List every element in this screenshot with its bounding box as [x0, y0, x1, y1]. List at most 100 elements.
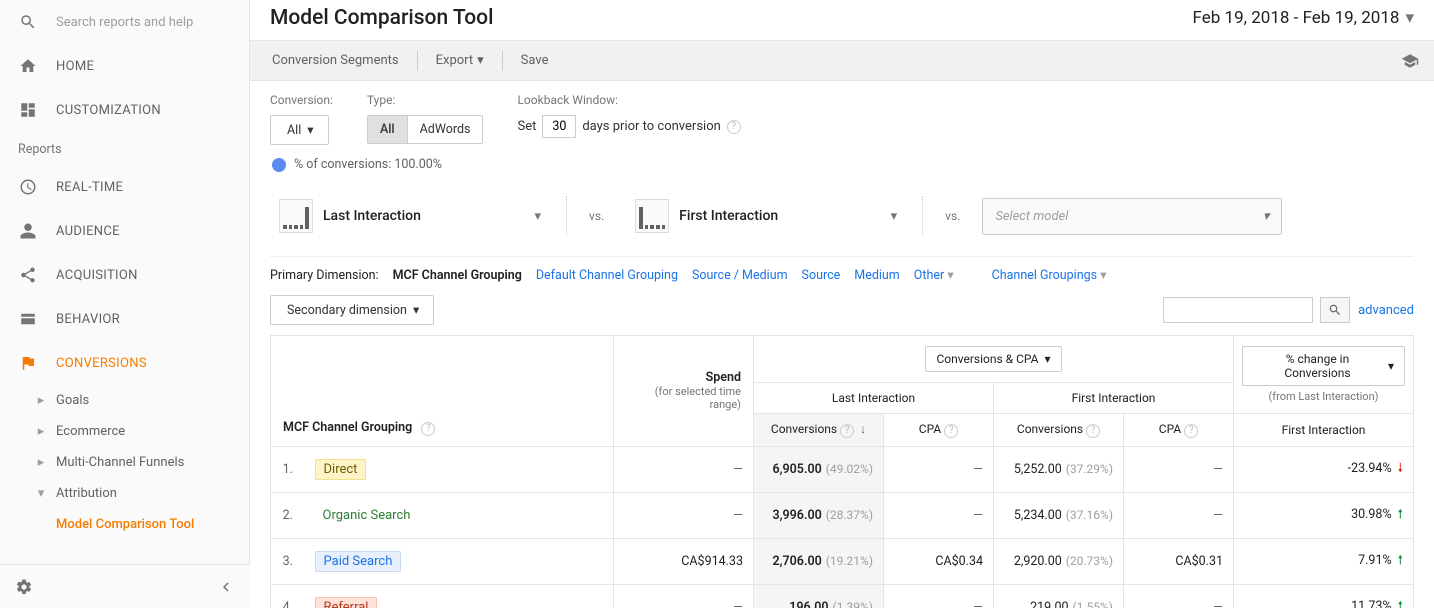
sub-model-tool[interactable]: Model Comparison Tool: [0, 509, 249, 540]
metric-dropdown[interactable]: Conversions & CPA ▾: [925, 346, 1061, 372]
row-number: 2.: [271, 492, 305, 538]
table-row: 3.Paid SearchCA$914.332,706.00(19.21%)CA…: [271, 538, 1414, 584]
lookback-suffix: days prior to conversion: [582, 119, 720, 134]
col-fi-conv[interactable]: Conversions ?: [994, 414, 1124, 447]
conversion-all-button[interactable]: All ▾: [270, 115, 329, 145]
toolbar: Conversion Segments Export ▾ Save: [250, 40, 1434, 81]
li-cpa-cell: —: [884, 584, 994, 608]
type-adwords-button[interactable]: AdWords: [407, 116, 483, 143]
channel-cell[interactable]: Referral: [305, 584, 614, 608]
help-icon[interactable]: ?: [421, 422, 435, 436]
secondary-dimension-button[interactable]: Secondary dimension ▾: [270, 295, 434, 325]
date-range-label: Feb 19, 2018 - Feb 19, 2018: [1193, 8, 1400, 28]
advanced-link[interactable]: advanced: [1358, 303, 1414, 318]
export-button[interactable]: Export ▾: [428, 47, 492, 74]
lookback-line: Set days prior to conversion ?: [517, 115, 740, 138]
chevron-down-icon: ▾: [891, 209, 898, 224]
col-fi-change[interactable]: First Interaction: [1234, 414, 1414, 447]
education-icon[interactable]: [1400, 51, 1420, 71]
clock-icon: [18, 177, 38, 197]
sub-model-tool-label: Model Comparison Tool: [56, 517, 194, 532]
vs-label: vs.: [583, 209, 610, 223]
dim-other[interactable]: Other ▾: [914, 267, 954, 283]
dimension-row: Primary Dimension: MCF Channel Grouping …: [270, 257, 1414, 289]
table-row: 4.Referral—196.00(1.39%)—219.00(1.55%)—1…: [271, 584, 1414, 608]
fi-conv-cell: 5,234.00(37.16%): [994, 492, 1124, 538]
fi-cpa-cell: CA$0.31: [1124, 538, 1234, 584]
table-search: advanced: [1163, 297, 1414, 323]
lookback-control: Lookback Window: Set days prior to conve…: [517, 93, 740, 138]
channel-cell[interactable]: Paid Search: [305, 538, 614, 584]
nav-behavior-label: BEHAVIOR: [56, 312, 120, 327]
type-all-button[interactable]: All: [368, 116, 407, 143]
row-number: 4.: [271, 584, 305, 608]
sub-goals[interactable]: ▸Goals: [0, 385, 249, 416]
row-number: 1.: [271, 446, 305, 492]
conversion-label: Conversion:: [270, 93, 333, 107]
nav-acquisition-label: ACQUISITION: [56, 268, 138, 283]
chevron-down-icon: ▾: [947, 268, 953, 283]
conversion-control: Conversion: All ▾: [270, 93, 333, 145]
gear-icon[interactable]: [14, 577, 34, 597]
conversion-segments-button[interactable]: Conversion Segments: [264, 47, 407, 74]
channel-cell[interactable]: Organic Search: [305, 492, 614, 538]
sub-ecommerce[interactable]: ▸Ecommerce: [0, 416, 249, 447]
col-fi-cpa[interactable]: CPA ?: [1124, 414, 1234, 447]
model-2-select[interactable]: First Interaction ▾: [626, 194, 906, 238]
spend-cell: —: [614, 492, 754, 538]
main: Model Comparison Tool Feb 19, 2018 - Feb…: [250, 0, 1434, 608]
vs-label: vs.: [939, 209, 966, 223]
separator: [502, 51, 503, 71]
dim-source[interactable]: Source: [802, 268, 841, 283]
col-li-cpa[interactable]: CPA ?: [884, 414, 994, 447]
search-icon[interactable]: [18, 12, 38, 32]
chevron-down-icon: ▾: [1100, 268, 1106, 283]
date-range[interactable]: Feb 19, 2018 - Feb 19, 2018 ▾: [1193, 8, 1414, 28]
first-interaction-icon: [635, 199, 669, 233]
dim-primary[interactable]: MCF Channel Grouping: [393, 268, 522, 283]
nav-conversions[interactable]: CONVERSIONS: [0, 341, 249, 385]
dim-label: Primary Dimension:: [270, 268, 379, 283]
sub-mcf-label: Multi-Channel Funnels: [56, 455, 184, 470]
lookback-input[interactable]: [542, 115, 576, 138]
sidebar: HOME CUSTOMIZATION Reports REAL-TIME AUD…: [0, 0, 250, 608]
channel-chip: Direct: [315, 459, 367, 480]
reports-heading: Reports: [0, 132, 249, 165]
change-dropdown[interactable]: % change in Conversions ▾: [1242, 346, 1405, 386]
pie-icon: [272, 158, 286, 172]
nav-customization[interactable]: CUSTOMIZATION: [0, 88, 249, 132]
li-cpa-cell: —: [884, 492, 994, 538]
chevron-down-icon: ▾: [1405, 8, 1414, 28]
dim-source-medium[interactable]: Source / Medium: [692, 268, 788, 283]
results-table: MCF Channel Grouping ? Spend (for select…: [270, 335, 1414, 608]
model-3-select[interactable]: Select model ▾: [982, 198, 1282, 235]
row-number: 3.: [271, 538, 305, 584]
nav-acquisition[interactable]: ACQUISITION: [0, 253, 249, 297]
type-segment: All AdWords: [367, 115, 484, 144]
nav-behavior[interactable]: BEHAVIOR: [0, 297, 249, 341]
model-1-select[interactable]: Last Interaction ▾: [270, 194, 550, 238]
flag-icon: [18, 353, 38, 373]
nav-audience-label: AUDIENCE: [56, 224, 120, 239]
help-icon[interactable]: ?: [727, 120, 741, 134]
nav-realtime[interactable]: REAL-TIME: [0, 165, 249, 209]
collapse-icon[interactable]: [216, 577, 236, 597]
table-search-input[interactable]: [1163, 297, 1313, 323]
dim-channel-groupings[interactable]: Channel Groupings ▾: [992, 267, 1107, 283]
separator: [417, 51, 418, 71]
fi-cpa-cell: —: [1124, 492, 1234, 538]
lookback-label: Lookback Window:: [517, 93, 740, 107]
sub-mcf[interactable]: ▸Multi-Channel Funnels: [0, 447, 249, 478]
nav-audience[interactable]: AUDIENCE: [0, 209, 249, 253]
nav-home[interactable]: HOME: [0, 44, 249, 88]
channel-cell[interactable]: Direct: [305, 446, 614, 492]
dim-medium[interactable]: Medium: [854, 268, 899, 283]
nav-customization-label: CUSTOMIZATION: [56, 103, 161, 118]
table-search-button[interactable]: [1320, 297, 1350, 323]
search-input[interactable]: [56, 15, 216, 30]
save-button[interactable]: Save: [513, 47, 557, 74]
li-conv-cell: 196.00(1.39%): [754, 584, 884, 608]
sub-attribution[interactable]: ▾Attribution: [0, 478, 249, 509]
dim-default[interactable]: Default Channel Grouping: [536, 268, 678, 283]
col-li-conv[interactable]: Conversions ?↓: [754, 414, 884, 447]
